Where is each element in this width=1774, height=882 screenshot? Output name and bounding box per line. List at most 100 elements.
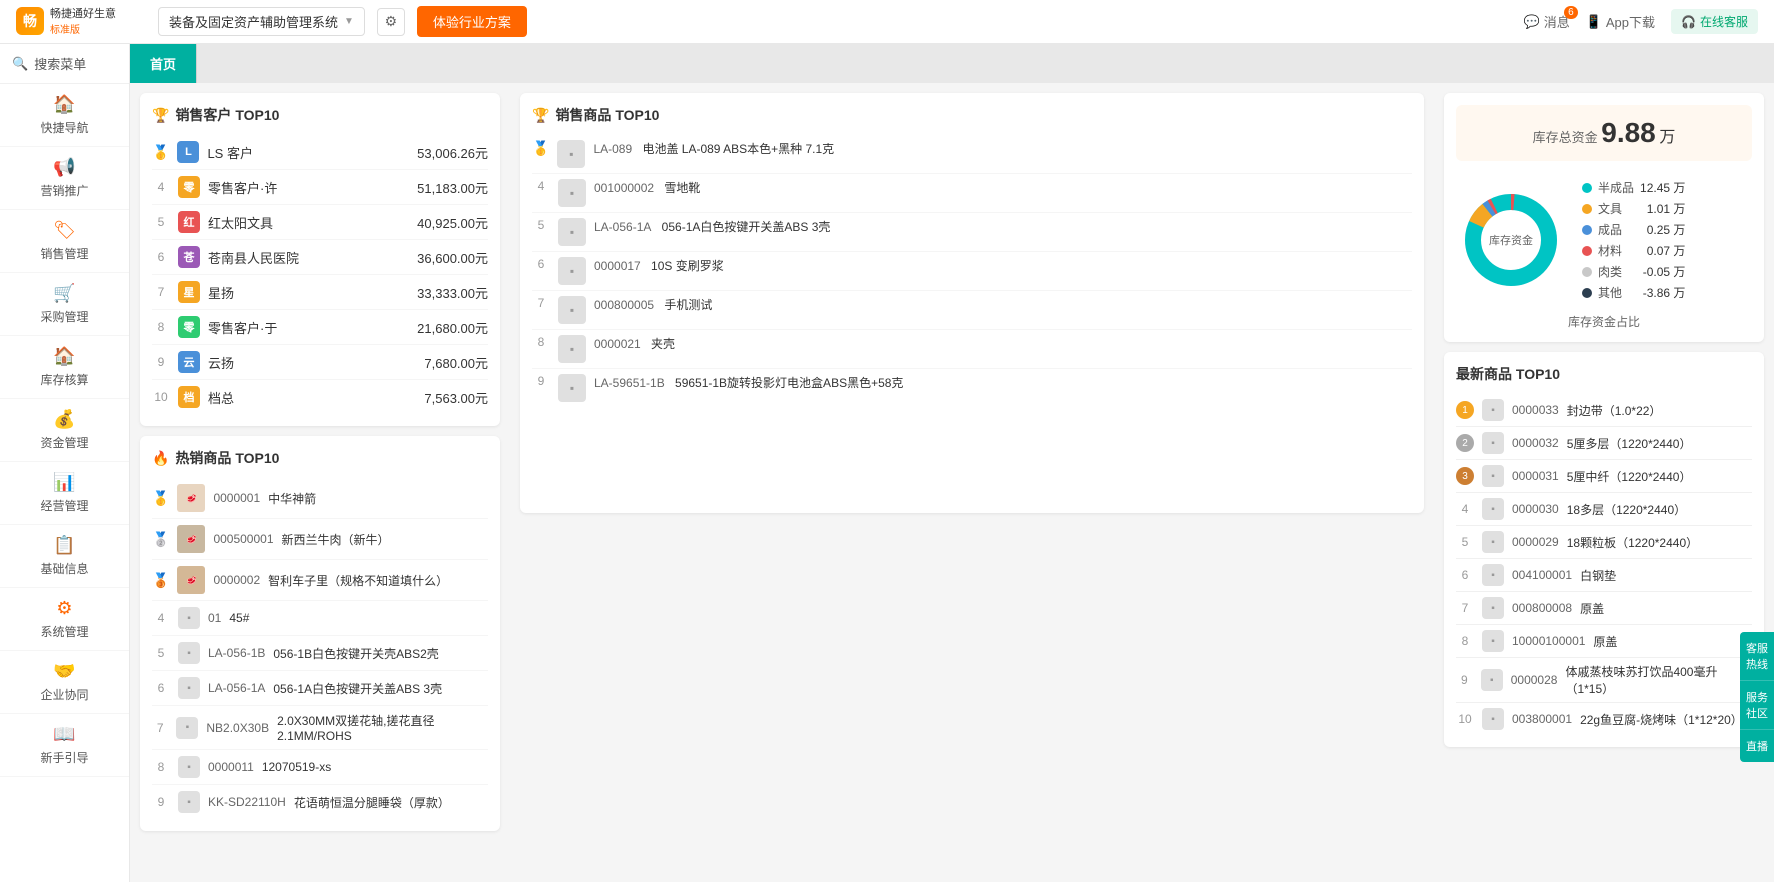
placeholder-icon-5: ▪ — [187, 648, 191, 659]
ps-img-6: ▪ — [558, 296, 586, 324]
ps-code-8: LA-59651-1B — [594, 376, 671, 390]
hot-products-title-text: 热销商品 TOP10 — [175, 448, 279, 468]
ps-medal-1: 🥇 — [532, 140, 549, 157]
trophy-icon: 🏆 — [152, 107, 169, 124]
rank-9: 10 — [152, 390, 170, 404]
legend-val-2: 1.01 万 — [1647, 200, 1686, 217]
nav-tabs: 首页 — [130, 44, 1774, 83]
system-name: 装备及固定资产辅助管理系统 — [169, 12, 338, 31]
hot-prod-name-7: 2.0X30MM双搓花轴,搓花直径2.1MM/ROHS — [277, 712, 488, 743]
ps-img-7: ▪ — [558, 335, 586, 363]
rank-5: 6 — [152, 250, 170, 264]
online-service-button[interactable]: 🎧 在线客服 — [1671, 9, 1758, 34]
np-icon-9: ▪ — [1490, 675, 1494, 686]
sidebar-item-sales[interactable]: 🏷 销售管理 — [0, 210, 129, 273]
system-selector[interactable]: 装备及固定资产辅助管理系统 ▼ — [158, 7, 365, 36]
inventory-value: 9.88 — [1601, 117, 1656, 148]
legend-dot-4 — [1582, 246, 1592, 256]
ps-icon-1: ▪ — [569, 147, 573, 161]
sidebar-label-guide: 新手引导 — [40, 749, 88, 766]
cust-amount-5: 36,600.00元 — [417, 248, 488, 267]
sidebar-item-quick-nav[interactable]: 🏠 快捷导航 — [0, 84, 129, 147]
np-icon-1: ▪ — [1491, 405, 1495, 416]
sidebar-item-corp[interactable]: 🤝 企业协同 — [0, 651, 129, 714]
sidebar-item-system[interactable]: ⚙ 系统管理 — [0, 588, 129, 651]
ps-info-6: 000800005 手机测试 — [594, 296, 1412, 313]
ps-info-3: 001000002 雪地靴 — [594, 179, 1412, 196]
headset-icon: 🎧 — [1681, 15, 1696, 29]
np-img-1: ▪ — [1482, 399, 1504, 421]
ps-rank-6: 7 — [532, 296, 550, 310]
legend-dot-5 — [1582, 267, 1592, 277]
np-row-4: 4 ▪ 0000030 18多层（1220*2440） — [1456, 493, 1752, 526]
np-rank-7: 7 — [1456, 601, 1474, 615]
hot-rank-8: 8 — [152, 760, 170, 774]
tab-home[interactable]: 首页 — [130, 44, 197, 83]
trial-button[interactable]: 体验行业方案 — [417, 6, 527, 37]
np-name-7: 原盖 — [1580, 600, 1604, 617]
sidebar-search[interactable]: 🔍 搜索菜单 — [0, 44, 129, 84]
hot-prod-code-2: 000500001 — [213, 532, 273, 546]
rank-6: 7 — [152, 285, 170, 299]
rank-3: 4 — [152, 180, 170, 194]
legend-item-1: 半成品 12.45 万 — [1582, 179, 1685, 196]
float-btn-community[interactable]: 服务社区 — [1740, 681, 1774, 730]
sidebar-item-inventory[interactable]: 🏠 库存核算 — [0, 336, 129, 399]
newest-products-card: 最新商品 TOP10 1 ▪ 0000033 封边带（1.0*22） 2 ▪ 0… — [1444, 352, 1764, 747]
ps-info-5: 0000017 10S 变刷罗浆 — [594, 257, 1412, 274]
hot-prod-name-2: 新西兰牛肉（新牛） — [282, 531, 390, 548]
placeholder-icon-6: ▪ — [187, 683, 191, 694]
message-button[interactable]: 💬 消息 6 — [1524, 12, 1570, 31]
cust-name-8: 云扬 — [208, 353, 416, 372]
ps-rank-4: 5 — [532, 218, 550, 232]
hot-rank-6: 6 — [152, 681, 170, 695]
gear-button[interactable]: ⚙ — [377, 8, 405, 36]
cust-badge-8: 云 — [178, 351, 200, 373]
float-buttons: 客服热线 服务社区 直播 — [1740, 632, 1774, 762]
finance-icon: 💰 — [53, 409, 75, 430]
np-name-4: 18多层（1220*2440） — [1567, 501, 1686, 518]
hot-prod-6: 6 ▪ LA-056-1A 056-1A白色按键开关盖ABS 3壳 — [152, 671, 488, 706]
message-icon: 💬 — [1524, 14, 1540, 30]
np-row-2: 2 ▪ 0000032 5厘多层（1220*2440） — [1456, 427, 1752, 460]
float-btn-service[interactable]: 客服热线 — [1740, 632, 1774, 681]
legend-name-2: 文具 — [1598, 200, 1641, 217]
ps-row-8: 9 ▪ LA-59651-1B 59651-1B旋转投影灯电池盒ABS黑色+58… — [532, 369, 1412, 407]
sidebar-item-finance[interactable]: 💰 资金管理 — [0, 399, 129, 462]
customer-top10-card: 🏆 销售客户 TOP10 🥇 L LS 客户 53,006.26元 4 零 — [140, 93, 500, 426]
hot-prod-code-5: LA-056-1B — [208, 646, 265, 660]
right-column: 库存总资金 9.88 万 — [1434, 83, 1774, 882]
sidebar-item-ops[interactable]: 📊 经营管理 — [0, 462, 129, 525]
np-rank-2: 2 — [1456, 434, 1474, 452]
ps-name-8: 59651-1B旋转投影灯电池盒ABS黑色+58克 — [675, 376, 903, 390]
inventory-total: 库存总资金 9.88 万 — [1456, 105, 1752, 161]
hot-prod-code-6: LA-056-1A — [208, 681, 265, 695]
np-rank-6: 6 — [1456, 568, 1474, 582]
sidebar-item-marketing[interactable]: 📢 营销推广 — [0, 147, 129, 210]
np-name-9: 体戚蒸枝味苏打饮品400毫升（1*15） — [1565, 663, 1752, 697]
sidebar-item-purchase[interactable]: 🛒 采购管理 — [0, 273, 129, 336]
legend-val-5: -0.05 万 — [1643, 263, 1686, 280]
cust-amount-1: 53,006.26元 — [417, 143, 488, 162]
sidebar-item-guide[interactable]: 📖 新手引导 — [0, 714, 129, 777]
inventory-label: 库存总资金 — [1533, 130, 1598, 145]
cust-amount-4: 40,925.00元 — [417, 213, 488, 232]
product-sales-title: 🏆 销售商品 TOP10 — [532, 105, 1412, 125]
np-img-2: ▪ — [1482, 432, 1504, 454]
cust-amount-3: 51,183.00元 — [417, 178, 488, 197]
legend-name-4: 材料 — [1598, 242, 1641, 259]
trophy2-icon: 🏆 — [532, 107, 549, 124]
app-download-button[interactable]: 📱 App下载 — [1586, 12, 1655, 31]
float-btn-live[interactable]: 直播 — [1740, 730, 1774, 762]
np-row-10: 10 ▪ 003800001 22g鱼豆腐-烧烤味（1*12*20） — [1456, 703, 1752, 735]
np-code-8: 10000100001 — [1512, 634, 1585, 648]
ps-row-1: 🥇 ▪ LA-089 电池盖 LA-089 ABS本色+黑种 7.1克 — [532, 135, 1412, 174]
product-sales-card: 🏆 销售商品 TOP10 🥇 ▪ LA-089 电池盖 LA-089 ABS本色… — [520, 93, 1424, 513]
hot-medal-2: 🥈 — [152, 531, 169, 548]
np-row-1: 1 ▪ 0000033 封边带（1.0*22） — [1456, 394, 1752, 427]
placeholder-icon-9: ▪ — [187, 797, 191, 808]
ps-img-8: ▪ — [558, 374, 586, 402]
np-name-10: 22g鱼豆腐-烧烤味（1*12*20） — [1580, 711, 1743, 728]
sidebar-item-basic[interactable]: 📋 基础信息 — [0, 525, 129, 588]
donut-area: 库存资金 半成品 12.45 万 文具 1.01 万 — [1456, 171, 1752, 309]
